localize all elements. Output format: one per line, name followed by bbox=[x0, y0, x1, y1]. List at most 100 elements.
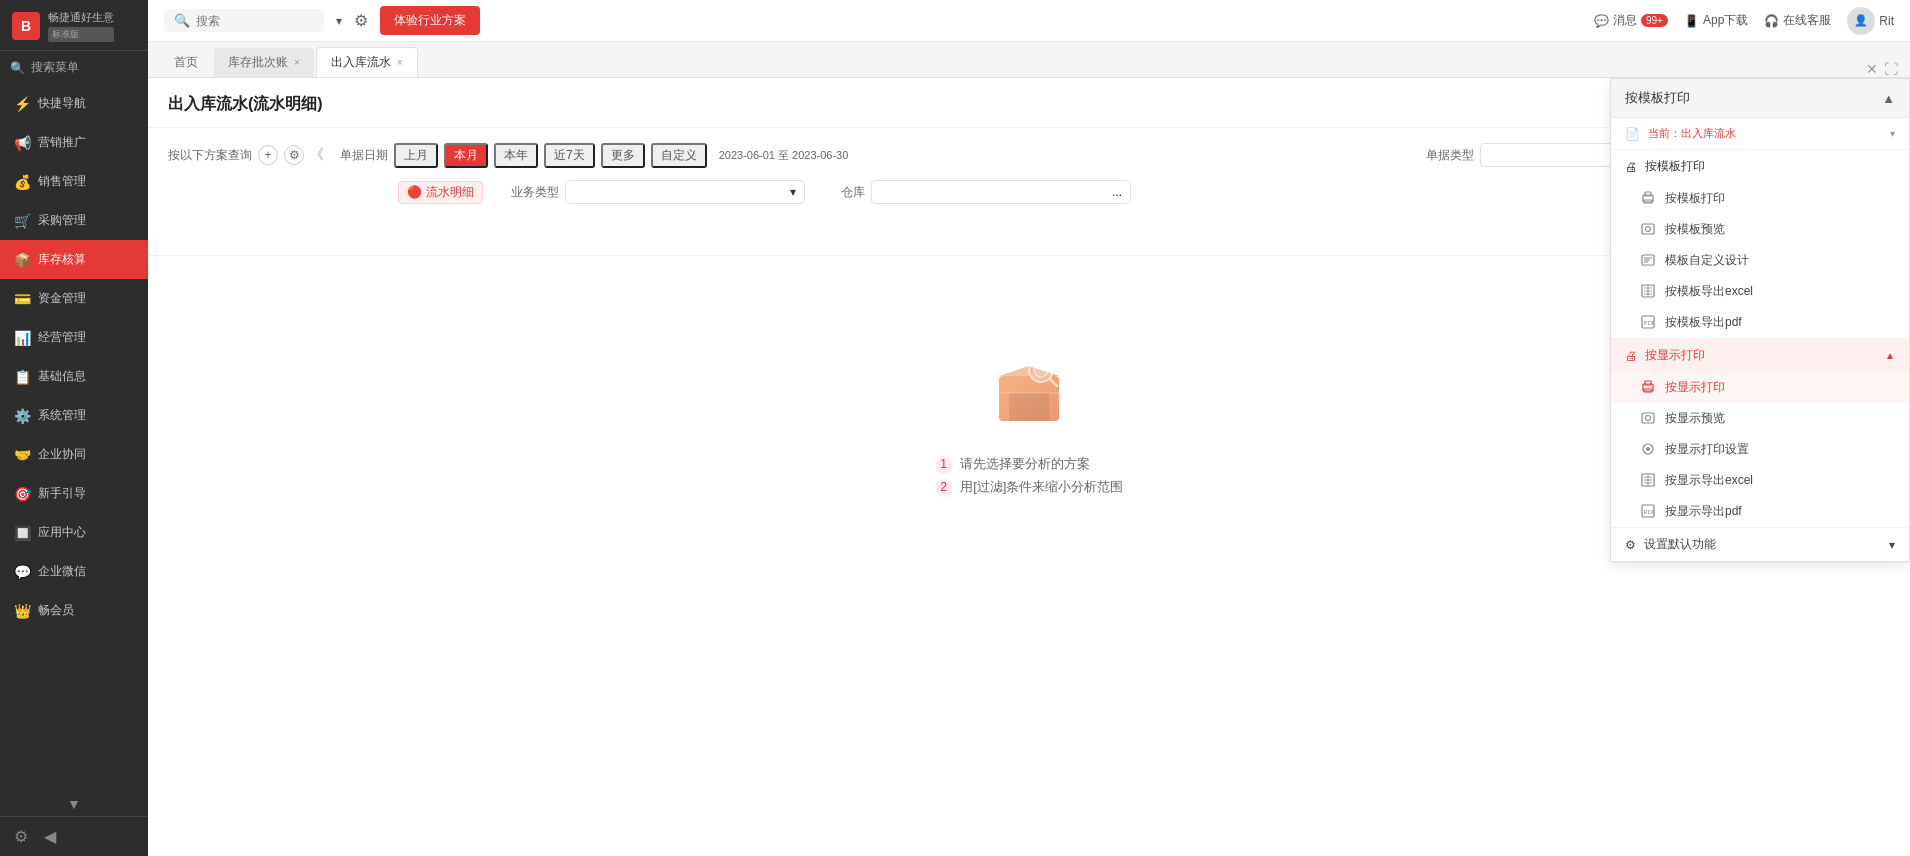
message-btn[interactable]: 💬 消息 99+ bbox=[1594, 12, 1668, 29]
collapse-icon[interactable]: ◀ bbox=[44, 827, 56, 846]
online-service-btn[interactable]: 🎧 在线客服 bbox=[1764, 12, 1831, 29]
message-icon: 💬 bbox=[1594, 14, 1609, 28]
close-window-icon[interactable]: ✕ bbox=[1866, 61, 1878, 77]
sidebar-item-inventory[interactable]: 📦 库存核算 bbox=[0, 240, 148, 279]
finance-icon: 💳 bbox=[14, 291, 30, 307]
date-this-year-btn[interactable]: 本年 bbox=[494, 143, 538, 168]
print-dropdown-collapse-icon[interactable]: ▲ bbox=[1882, 91, 1895, 106]
scroll-down-icon[interactable]: ▼ bbox=[67, 796, 81, 812]
basic-icon: 📋 bbox=[14, 369, 30, 385]
svg-point-26 bbox=[1646, 447, 1650, 451]
template-print-item[interactable]: 按模板打印 bbox=[1611, 183, 1909, 214]
template-export-excel-item[interactable]: 按模板导出excel bbox=[1611, 276, 1909, 307]
display-print-header[interactable]: 🖨 按显示打印 ▲ bbox=[1611, 339, 1909, 372]
quick-nav-icon: ⚡ bbox=[14, 96, 30, 112]
filter-settings-btn[interactable]: ⚙ bbox=[284, 145, 304, 165]
current-template-header[interactable]: 📄 当前：出入库流水 ▾ bbox=[1611, 118, 1909, 149]
date-custom-btn[interactable]: 自定义 bbox=[651, 143, 707, 168]
business-type-filter: 业务类型 ▾ bbox=[511, 180, 805, 204]
purchase-icon: 🛒 bbox=[14, 213, 30, 229]
template-preview-item[interactable]: 按模板预览 bbox=[1611, 214, 1909, 245]
sidebar-item-label: 系统管理 bbox=[38, 407, 86, 424]
search-icon: 🔍 bbox=[10, 61, 25, 75]
date-last-month-btn[interactable]: 上月 bbox=[394, 143, 438, 168]
template-export-pdf-label: 按模板导出pdf bbox=[1665, 314, 1742, 331]
sidebar-item-label: 经营管理 bbox=[38, 329, 86, 346]
sidebar-search-label: 搜索菜单 bbox=[31, 59, 79, 76]
date-this-month-btn[interactable]: 本月 bbox=[444, 143, 488, 168]
filter-left-collapse-btn[interactable]: 《 bbox=[310, 146, 324, 164]
tab-inventory-batch[interactable]: 库存批次账 × bbox=[214, 48, 314, 77]
sales-icon: 💰 bbox=[14, 174, 30, 190]
tab-inventory-flow[interactable]: 出入库流水 × bbox=[316, 47, 418, 77]
message-badge: 99+ bbox=[1641, 14, 1668, 27]
sidebar-item-member[interactable]: 👑 畅会员 bbox=[0, 591, 148, 630]
display-print-item[interactable]: 按显示打印 bbox=[1611, 372, 1909, 403]
sidebar-search[interactable]: 🔍 搜索菜单 bbox=[0, 51, 148, 84]
sidebar-item-wechat[interactable]: 💬 企业微信 bbox=[0, 552, 148, 591]
display-export-pdf-item[interactable]: PDF 按显示导出pdf bbox=[1611, 496, 1909, 527]
sidebar-item-quick-nav[interactable]: ⚡ 快捷导航 bbox=[0, 84, 148, 123]
business-type-select[interactable]: ▾ bbox=[565, 180, 805, 204]
sidebar-item-purchase[interactable]: 🛒 采购管理 bbox=[0, 201, 148, 240]
sidebar-item-operations[interactable]: 📊 经营管理 bbox=[0, 318, 148, 357]
sidebar-item-label: 企业微信 bbox=[38, 563, 86, 580]
sidebar-item-finance[interactable]: 💳 资金管理 bbox=[0, 279, 148, 318]
template-print-section-label: 按模板打印 bbox=[1645, 158, 1705, 175]
headset-icon: 🎧 bbox=[1764, 14, 1779, 28]
display-preview-item[interactable]: 按显示预览 bbox=[1611, 403, 1909, 434]
sidebar-item-label: 企业协同 bbox=[38, 446, 86, 463]
header-settings-icon[interactable]: ⚙ bbox=[354, 11, 368, 30]
sidebar-item-basic[interactable]: 📋 基础信息 bbox=[0, 357, 148, 396]
current-template-icon: 📄 bbox=[1625, 127, 1640, 141]
date-more-btn[interactable]: 更多 bbox=[601, 143, 645, 168]
display-print-section-label: 按显示打印 bbox=[1645, 347, 1705, 364]
header-dropdown[interactable]: ▾ bbox=[336, 14, 342, 28]
print-dropdown-header: 按模板打印 ▲ bbox=[1611, 79, 1909, 118]
maximize-window-icon[interactable]: ⛶ bbox=[1884, 61, 1898, 77]
warehouse-select[interactable]: ... bbox=[871, 180, 1131, 204]
tab-home[interactable]: 首页 bbox=[160, 48, 212, 77]
display-export-excel-item[interactable]: 按显示导出excel bbox=[1611, 465, 1909, 496]
sidebar-item-cooperation[interactable]: 🤝 企业协同 bbox=[0, 435, 148, 474]
sidebar-item-label: 畅会员 bbox=[38, 602, 74, 619]
user-profile[interactable]: 👤 Rit bbox=[1847, 7, 1894, 35]
logo-text: 畅捷通好生意 bbox=[48, 10, 114, 25]
trial-btn[interactable]: 体验行业方案 bbox=[380, 6, 480, 35]
sidebar-item-label: 快捷导航 bbox=[38, 95, 86, 112]
display-preview-label: 按显示预览 bbox=[1665, 410, 1725, 427]
sidebar-item-apps[interactable]: 🔲 应用中心 bbox=[0, 513, 148, 552]
template-customize-item[interactable]: 模板自定义设计 bbox=[1611, 245, 1909, 276]
sidebar-bottom: ⚙ ◀ bbox=[0, 816, 148, 856]
empty-icon bbox=[979, 336, 1079, 436]
scroll-down-btn[interactable]: ▼ bbox=[0, 792, 148, 816]
sidebar: B 畅捷通好生意 标准版 🔍 搜索菜单 ⚡ 快捷导航 📢 营销推广 💰 销售管理 bbox=[0, 0, 148, 856]
sidebar-item-sales[interactable]: 💰 销售管理 bbox=[0, 162, 148, 201]
sidebar-item-guide[interactable]: 🎯 新手引导 bbox=[0, 474, 148, 513]
tab-inventory-batch-close[interactable]: × bbox=[294, 57, 300, 68]
flow-type-label: 流水明细 bbox=[426, 184, 474, 201]
date-7days-btn[interactable]: 近7天 bbox=[544, 143, 595, 168]
display-print-settings-item[interactable]: 按显示打印设置 bbox=[1611, 434, 1909, 465]
header-search-input[interactable] bbox=[196, 14, 306, 28]
sidebar-item-system[interactable]: ⚙️ 系统管理 bbox=[0, 396, 148, 435]
display-print-icon bbox=[1641, 380, 1657, 396]
svg-text:PDF: PDF bbox=[1644, 320, 1656, 326]
step-1-num: 1 bbox=[935, 456, 953, 474]
template-print-header[interactable]: 🖨 按模板打印 bbox=[1611, 150, 1909, 183]
filter-add-btn[interactable]: + bbox=[258, 145, 278, 165]
tab-inventory-flow-close[interactable]: × bbox=[397, 57, 403, 68]
header-search-box[interactable]: 🔍 bbox=[164, 9, 324, 32]
svg-point-24 bbox=[1646, 415, 1651, 420]
sidebar-item-label: 采购管理 bbox=[38, 212, 86, 229]
warehouse-more-icon[interactable]: ... bbox=[1112, 185, 1122, 199]
default-settings-icon: ⚙ bbox=[1625, 538, 1636, 552]
filter-tag-icon: 🔴 bbox=[407, 185, 422, 199]
template-export-pdf-item[interactable]: PDF 按模板导出pdf bbox=[1611, 307, 1909, 338]
settings-icon[interactable]: ⚙ bbox=[14, 827, 28, 846]
sidebar-item-label: 营销推广 bbox=[38, 134, 86, 151]
app-download-btn[interactable]: 📱 App下载 bbox=[1684, 12, 1748, 29]
doc-type-label: 单据类型 bbox=[1426, 147, 1474, 164]
default-settings-item[interactable]: ⚙ 设置默认功能 ▾ bbox=[1611, 528, 1909, 561]
sidebar-item-marketing[interactable]: 📢 营销推广 bbox=[0, 123, 148, 162]
